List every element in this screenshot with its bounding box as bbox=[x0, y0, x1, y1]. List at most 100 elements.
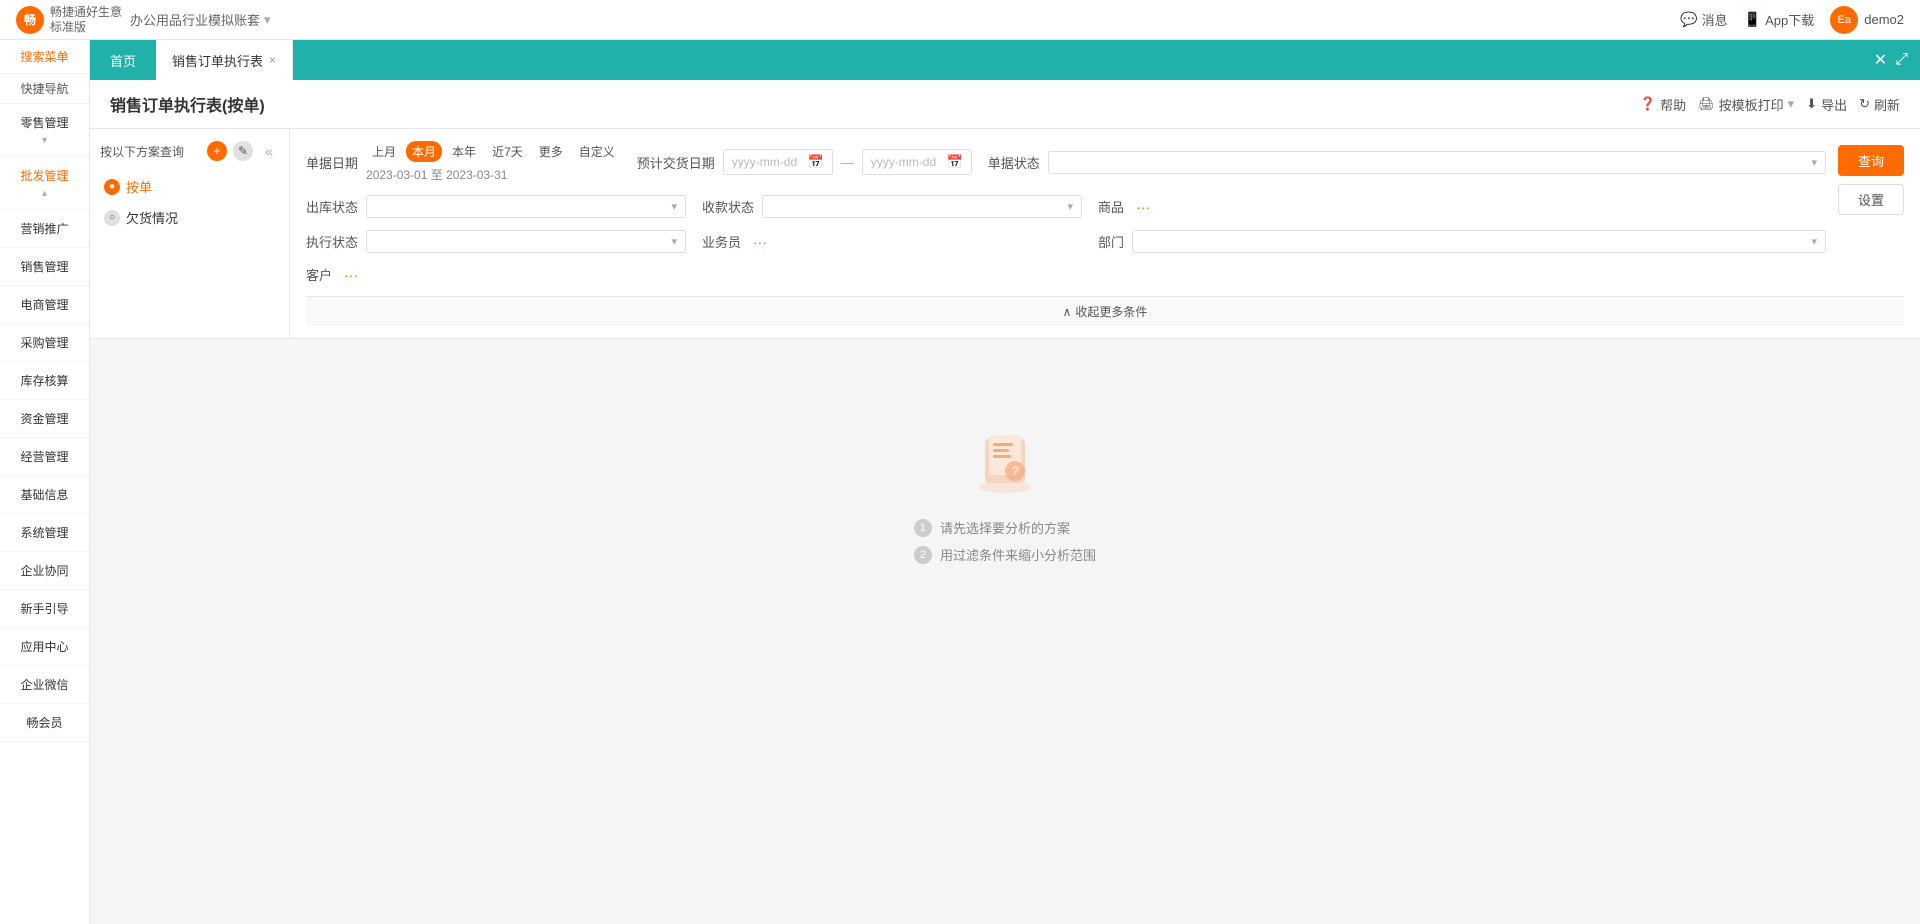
print-icon: 🖨 bbox=[1698, 96, 1715, 112]
date-range-text: 2023-03-01 至 2023-03-31 bbox=[366, 166, 621, 183]
settings-button[interactable]: 设置 bbox=[1838, 184, 1904, 215]
help-btn[interactable]: ❓ 帮助 bbox=[1640, 95, 1686, 114]
date-tab-this-year[interactable]: 本年 bbox=[446, 141, 482, 162]
sidebar-item-member[interactable]: 畅会员 bbox=[0, 704, 89, 742]
sidebar-item-finance[interactable]: 资金管理 bbox=[0, 400, 89, 438]
left-filter-panel: 按以下方案查询 + ✎ « ● 按单 bbox=[90, 129, 290, 338]
sidebar-item-newuser[interactable]: 新手引导 bbox=[0, 590, 89, 628]
sidebar-quick-nav[interactable]: 快捷导航 bbox=[0, 74, 89, 104]
salesman-label: 业务员 bbox=[702, 232, 741, 251]
order-status-field: 单据状态 ▾ bbox=[988, 151, 1826, 174]
date-tab-custom[interactable]: 自定义 bbox=[573, 141, 621, 162]
add-scheme-btn[interactable]: + bbox=[207, 141, 227, 161]
receipt-status-select[interactable]: ▾ bbox=[762, 195, 1082, 218]
date-tab-more[interactable]: 更多 bbox=[533, 141, 569, 162]
edit-scheme-btn[interactable]: ✎ bbox=[233, 141, 253, 161]
customer-field: 客户 ··· bbox=[306, 265, 362, 284]
page-content: 销售订单执行表(按单) ❓ 帮助 🖨 按模板打印 ▾ ⬇ bbox=[90, 80, 1920, 924]
sidebar-item-wholesale[interactable]: 批发管理 ▴ bbox=[0, 157, 89, 210]
date-tab-last-month[interactable]: 上月 bbox=[366, 141, 402, 162]
username: demo2 bbox=[1864, 12, 1904, 27]
window-maximize-btn[interactable]: ⤢ bbox=[1895, 51, 1908, 69]
customer-select-btn[interactable]: ··· bbox=[340, 267, 362, 283]
filter-row-3: 执行状态 ▾ 业务员 ··· bbox=[306, 230, 1826, 253]
sidebar-label-system: 系统管理 bbox=[20, 524, 68, 541]
layout-with-sidebar: 按以下方案查询 + ✎ « ● 按单 bbox=[90, 129, 1920, 339]
salesman-field: 业务员 ··· bbox=[702, 232, 1082, 251]
sidebar-item-wecom[interactable]: 企业微信 bbox=[0, 666, 89, 704]
sidebar-item-system[interactable]: 系统管理 bbox=[0, 514, 89, 552]
scheme-item-欠货情况[interactable]: ○ 欠货情况 bbox=[100, 202, 279, 233]
sidebar-item-operation[interactable]: 经营管理 bbox=[0, 438, 89, 476]
app-download-btn[interactable]: 📱 App下载 bbox=[1744, 10, 1815, 29]
step-label-2: 用过滤条件来缩小分析范围 bbox=[940, 545, 1096, 564]
order-status-chevron-icon: ▾ bbox=[1811, 156, 1817, 169]
page-header-actions: ❓ 帮助 🖨 按模板打印 ▾ ⬇ 导出 ↻ bbox=[1640, 95, 1900, 114]
sidebar-item-retail[interactable]: 零售管理 ▾ bbox=[0, 104, 89, 157]
sidebar-item-marketing[interactable]: 营销推广 bbox=[0, 210, 89, 248]
window-close-btn[interactable]: ✕ bbox=[1874, 50, 1887, 70]
content-area: 首页 销售订单执行表 × ✕ ⤢ 销售订单执行表(按单) ❓ bbox=[90, 40, 1920, 924]
out-status-select[interactable]: ▾ bbox=[366, 195, 686, 218]
app-title-area[interactable]: 办公用品行业模拟账套 ▾ bbox=[130, 10, 271, 29]
sidebar: 搜索菜单 快捷导航 零售管理 ▾ 批发管理 ▴ 营销推广 销售管理 电商管理 采… bbox=[0, 40, 90, 924]
filter-row-4: 客户 ··· bbox=[306, 265, 1826, 284]
sidebar-label-enterprise: 企业协同 bbox=[20, 562, 68, 579]
sidebar-item-sales[interactable]: 销售管理 bbox=[0, 248, 89, 286]
dropdown-icon[interactable]: ▾ bbox=[264, 12, 271, 28]
sidebar-item-appstore[interactable]: 应用中心 bbox=[0, 628, 89, 666]
query-button[interactable]: 查询 bbox=[1838, 145, 1904, 176]
exec-status-select[interactable]: ▾ bbox=[366, 230, 686, 253]
message-btn[interactable]: 💬 消息 bbox=[1680, 10, 1727, 29]
filter-section: 按以下方案查询 + ✎ « ● 按单 bbox=[90, 129, 1920, 339]
dept-chevron-icon: ▾ bbox=[1811, 235, 1817, 248]
page-title: 销售订单执行表(按单) bbox=[110, 92, 265, 116]
collapse-label: 收起更多条件 bbox=[1075, 303, 1147, 320]
refresh-label: 刷新 bbox=[1874, 95, 1900, 114]
date-tab-this-month[interactable]: 本月 bbox=[406, 141, 442, 162]
date-to-input[interactable]: yyyy-mm-dd 📅 bbox=[862, 149, 972, 175]
app-title: 办公用品行业模拟账套 bbox=[130, 10, 260, 29]
download-icon: 📱 bbox=[1744, 11, 1761, 28]
date-from-input[interactable]: yyyy-mm-dd 📅 bbox=[723, 149, 833, 175]
date-tabs: 上月 本月 本年 近7天 更多 自定义 bbox=[366, 141, 621, 162]
goods-label: 商品 bbox=[1098, 197, 1124, 216]
order-status-select[interactable]: ▾ bbox=[1048, 151, 1826, 174]
date-to-value: yyyy-mm-dd bbox=[871, 155, 936, 169]
sidebar-search[interactable]: 搜索菜单 bbox=[0, 40, 89, 74]
collapse-more-btn[interactable]: ∧ 收起更多条件 bbox=[306, 296, 1904, 326]
goods-select-btn[interactable]: ··· bbox=[1132, 199, 1154, 215]
refresh-btn[interactable]: ↻ 刷新 bbox=[1859, 95, 1900, 114]
print-btn[interactable]: 🖨 按模板打印 ▾ bbox=[1698, 95, 1794, 114]
calendar-from-icon[interactable]: 📅 bbox=[808, 154, 824, 170]
export-label: 导出 bbox=[1821, 95, 1847, 114]
left-filter-header: 按以下方案查询 + ✎ « bbox=[100, 141, 279, 161]
tab-sales-order[interactable]: 销售订单执行表 × bbox=[156, 40, 293, 80]
sidebar-item-ecommerce[interactable]: 电商管理 bbox=[0, 286, 89, 324]
date-separator: — bbox=[837, 155, 858, 170]
logo-icon: 畅 bbox=[16, 6, 44, 34]
scheme-item-按单[interactable]: ● 按单 bbox=[100, 171, 279, 202]
logo-text: 畅捷通好生意 标准版 bbox=[50, 5, 122, 34]
sidebar-label-basic: 基础信息 bbox=[20, 486, 68, 503]
export-btn[interactable]: ⬇ 导出 bbox=[1806, 95, 1847, 114]
scheme-dot-inactive: ○ bbox=[104, 210, 120, 226]
sidebar-item-enterprise[interactable]: 企业协同 bbox=[0, 552, 89, 590]
expected-date-field: 预计交货日期 yyyy-mm-dd 📅 — bbox=[637, 149, 972, 175]
tab-home[interactable]: 首页 bbox=[90, 40, 156, 80]
sidebar-label-retail: 零售管理 bbox=[20, 114, 68, 131]
sidebar-item-basic[interactable]: 基础信息 bbox=[0, 476, 89, 514]
step-number-2: 2 bbox=[914, 546, 932, 564]
tab-bar: 首页 销售订单执行表 × ✕ ⤢ bbox=[90, 40, 1920, 80]
left-filter-title: 按以下方案查询 bbox=[100, 143, 184, 160]
sidebar-label-purchase: 采购管理 bbox=[20, 334, 68, 351]
date-tab-7days[interactable]: 近7天 bbox=[486, 141, 529, 162]
filter-row-2: 出库状态 ▾ 收款状态 bbox=[306, 195, 1826, 218]
sidebar-item-purchase[interactable]: 采购管理 bbox=[0, 324, 89, 362]
dept-select[interactable]: ▾ bbox=[1132, 230, 1826, 253]
collapse-scheme-btn[interactable]: « bbox=[259, 141, 279, 161]
salesman-select-btn[interactable]: ··· bbox=[749, 234, 771, 250]
sidebar-item-inventory[interactable]: 库存核算 bbox=[0, 362, 89, 400]
tab-close-btn[interactable]: × bbox=[269, 53, 276, 67]
calendar-to-icon[interactable]: 📅 bbox=[947, 154, 963, 170]
